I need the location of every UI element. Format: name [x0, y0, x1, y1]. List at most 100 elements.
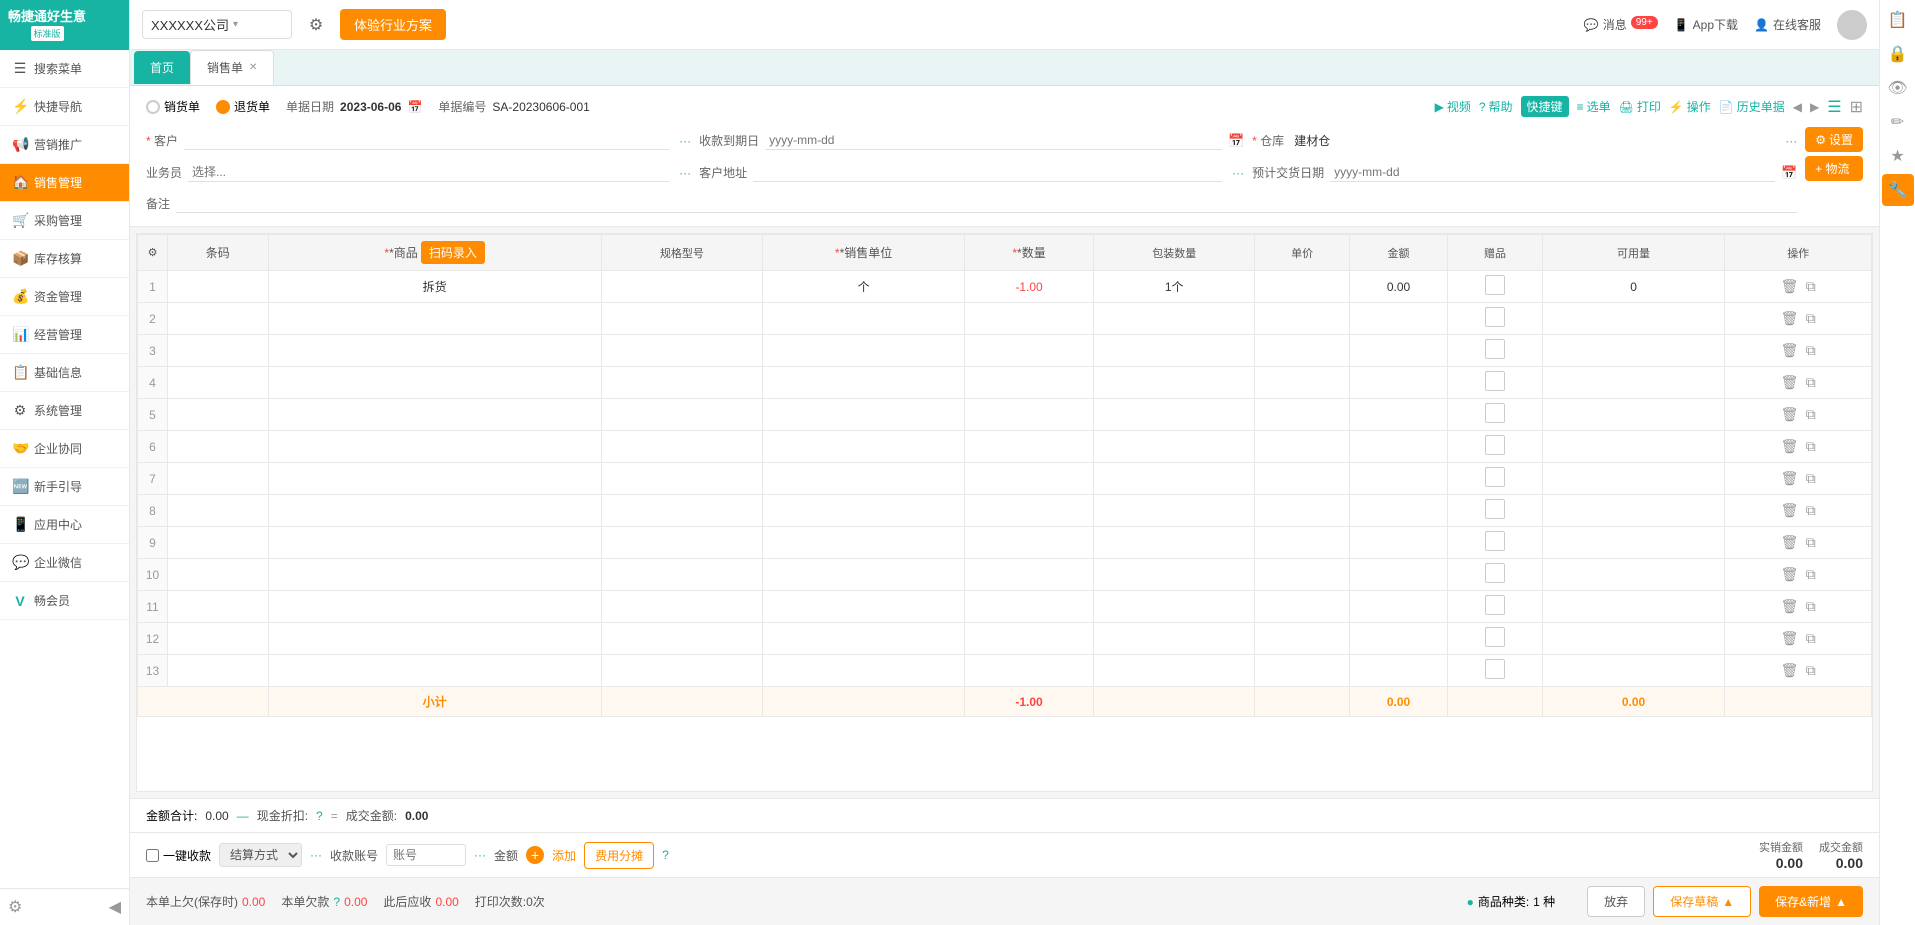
cell-amount[interactable] [1349, 495, 1448, 527]
cell-amount[interactable] [1349, 591, 1448, 623]
delete-row-btn[interactable]: 🗑 [1779, 532, 1801, 553]
cell-gift[interactable] [1448, 399, 1542, 431]
cell-barcode[interactable] [168, 303, 269, 335]
expected-date-calendar-icon[interactable]: 📅 [1781, 165, 1797, 181]
cell-price[interactable] [1255, 271, 1349, 303]
right-icon-star[interactable]: ★ [1882, 140, 1914, 172]
save-new-button[interactable]: 保存&新增 ▲ [1759, 886, 1863, 917]
cell-product[interactable] [268, 591, 601, 623]
prev-icon[interactable]: ◀ [1793, 100, 1802, 114]
tab-salesorder[interactable]: 销售单 ✕ [190, 50, 274, 85]
cell-qty[interactable] [965, 303, 1094, 335]
tab-close-icon[interactable]: ✕ [249, 62, 257, 73]
one-click-checkbox-input[interactable] [146, 849, 159, 862]
cell-amount[interactable]: 0.00 [1349, 271, 1448, 303]
cell-gift[interactable] [1448, 367, 1542, 399]
logistics-action-btn[interactable]: + 物流 [1805, 156, 1863, 181]
cell-qty[interactable] [965, 367, 1094, 399]
cell-product[interactable] [268, 431, 601, 463]
delete-row-btn[interactable]: 🗑 [1779, 372, 1801, 393]
right-icon-edit[interactable]: ✏ [1882, 106, 1914, 138]
payment-method-select[interactable]: 结算方式 [219, 843, 302, 867]
cell-product[interactable] [268, 623, 601, 655]
shortcut-btn[interactable]: 快捷键 [1521, 96, 1569, 117]
cell-price[interactable] [1255, 623, 1349, 655]
copy-row-btn[interactable]: ⧉ [1804, 276, 1818, 297]
sidebar-item-operations[interactable]: 📊 经营管理 [0, 316, 129, 354]
delete-row-btn[interactable]: 🗑 [1779, 500, 1801, 521]
cell-pkgqty[interactable] [1094, 431, 1255, 463]
calendar-icon[interactable]: 📅 [407, 100, 422, 114]
cell-amount[interactable] [1349, 463, 1448, 495]
cell-unit[interactable] [763, 303, 965, 335]
col-settings[interactable]: ⚙ [138, 235, 168, 271]
cell-spec[interactable] [601, 367, 762, 399]
due-date-calendar-icon[interactable]: 📅 [1228, 133, 1244, 149]
trial-button[interactable]: 体验行业方案 [340, 9, 446, 40]
cell-spec[interactable] [601, 399, 762, 431]
cell-barcode[interactable] [168, 431, 269, 463]
sidebar-item-sales[interactable]: 🏠 销售管理 [0, 164, 129, 202]
add-payment-button[interactable]: + [526, 846, 544, 864]
customer-input[interactable] [184, 131, 669, 150]
cell-spec[interactable] [601, 559, 762, 591]
cell-barcode[interactable] [168, 463, 269, 495]
cell-unit[interactable] [763, 495, 965, 527]
cell-barcode[interactable] [168, 527, 269, 559]
cell-pkgqty[interactable] [1094, 399, 1255, 431]
cell-unit[interactable]: 个 [763, 271, 965, 303]
online-service-button[interactable]: 👤 在线客服 [1754, 16, 1821, 33]
cell-unit[interactable] [763, 335, 965, 367]
cell-qty[interactable] [965, 623, 1094, 655]
cell-amount[interactable] [1349, 655, 1448, 687]
salesperson-input[interactable] [188, 163, 669, 182]
copy-row-btn[interactable]: ⧉ [1804, 628, 1818, 649]
company-selector[interactable]: XXXXXX公司 ▾ [142, 10, 292, 39]
cell-qty[interactable] [965, 399, 1094, 431]
settings-action-btn[interactable]: ⚙ 设置 [1805, 127, 1863, 152]
cell-price[interactable] [1255, 399, 1349, 431]
cell-amount[interactable] [1349, 399, 1448, 431]
copy-row-btn[interactable]: ⧉ [1804, 532, 1818, 553]
cell-product[interactable] [268, 463, 601, 495]
cell-amount[interactable] [1349, 367, 1448, 399]
cell-qty[interactable] [965, 527, 1094, 559]
cell-barcode[interactable] [168, 591, 269, 623]
scan-button[interactable]: 扫码录入 [421, 241, 485, 264]
list-view-icon[interactable]: ☰ [1827, 97, 1841, 117]
tab-home[interactable]: 首页 [134, 51, 190, 84]
copy-row-btn[interactable]: ⧉ [1804, 660, 1818, 681]
cell-pkgqty[interactable] [1094, 463, 1255, 495]
cell-pkgqty[interactable]: 1个 [1094, 271, 1255, 303]
due-date-input[interactable] [765, 131, 1222, 150]
cell-spec[interactable] [601, 655, 762, 687]
account-dots[interactable]: ··· [474, 848, 486, 862]
cell-amount[interactable] [1349, 431, 1448, 463]
remark-input[interactable] [176, 194, 1797, 213]
method-dots[interactable]: ··· [310, 848, 322, 862]
cell-amount[interactable] [1349, 303, 1448, 335]
sidebar-item-appcenter[interactable]: 📱 应用中心 [0, 506, 129, 544]
cell-gift[interactable] [1448, 463, 1542, 495]
cell-spec[interactable] [601, 495, 762, 527]
delete-row-btn[interactable]: 🗑 [1779, 308, 1801, 329]
cell-gift[interactable] [1448, 335, 1542, 367]
cell-unit[interactable] [763, 591, 965, 623]
delete-row-btn[interactable]: 🗑 [1779, 564, 1801, 585]
cell-product[interactable] [268, 655, 601, 687]
cell-unit[interactable] [763, 367, 965, 399]
cell-price[interactable] [1255, 463, 1349, 495]
cell-pkgqty[interactable] [1094, 303, 1255, 335]
radio-sales[interactable]: 销货单 [146, 98, 200, 115]
print-btn[interactable]: 🖨 打印 [1619, 98, 1661, 115]
delete-row-btn[interactable]: 🗑 [1779, 276, 1801, 297]
sidebar-item-base[interactable]: 📋 基础信息 [0, 354, 129, 392]
right-icon-note[interactable]: 📋 [1882, 4, 1914, 36]
cell-spec[interactable] [601, 591, 762, 623]
cell-barcode[interactable] [168, 559, 269, 591]
cell-qty[interactable] [965, 655, 1094, 687]
cell-qty[interactable] [965, 431, 1094, 463]
copy-row-btn[interactable]: ⧉ [1804, 404, 1818, 425]
sidebar-item-system[interactable]: ⚙ 系统管理 [0, 392, 129, 430]
collapse-icon[interactable]: ◀ [109, 897, 121, 917]
